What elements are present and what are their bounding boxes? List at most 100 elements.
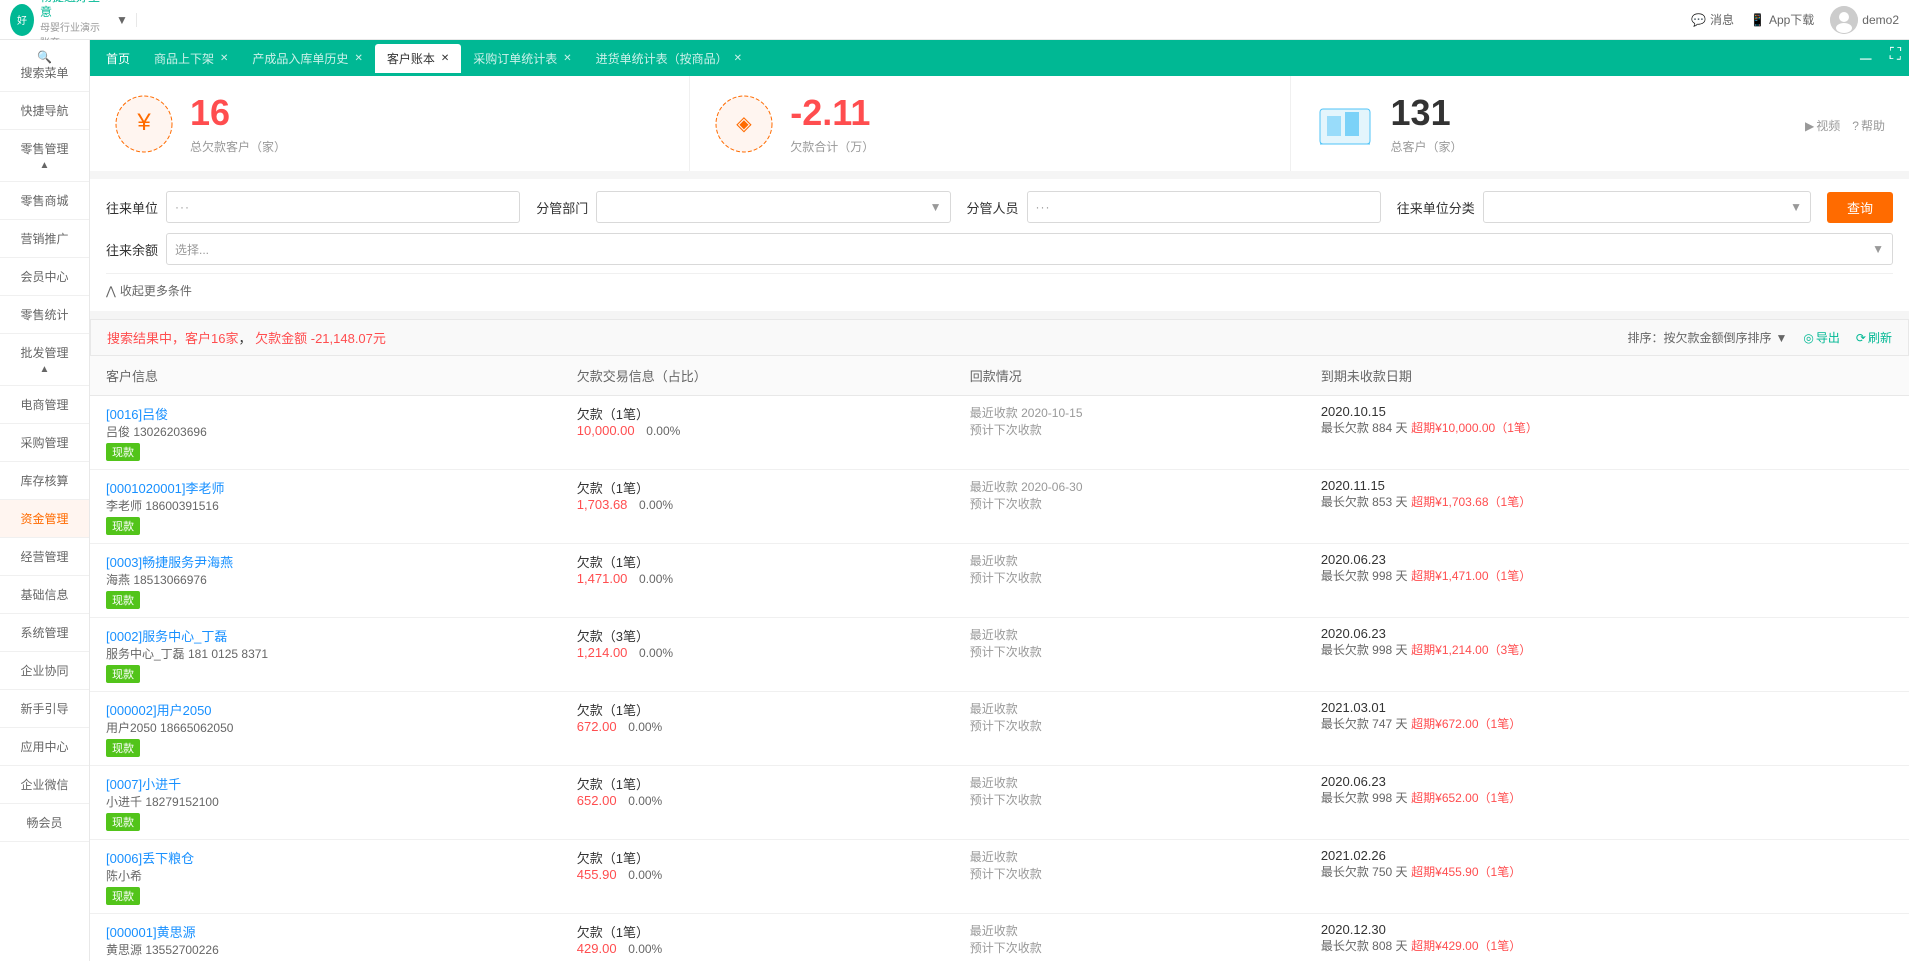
overdue-amount-3[interactable]: 超期¥1,214.00（3笔） [1411,643,1531,657]
stat-card-debt: ◈ -2.11 欠款合计（万） [690,76,1290,171]
customer-name-0[interactable]: [0016]吕俊 [106,404,545,423]
debt-amount-6[interactable]: 455.90 [577,867,617,882]
messages-btn[interactable]: 💬 消息 [1691,11,1734,28]
tab-close-customer-account[interactable]: ✕ [441,53,449,64]
export-btn[interactable]: ◎ 导出 [1803,329,1840,346]
overdue-amount-1[interactable]: 超期¥1,703.68（1笔） [1411,495,1531,509]
sidebar-item-newbie[interactable]: 新手引导 [0,690,89,728]
customer-name-2[interactable]: [0003]畅捷服务尹海燕 [106,552,545,571]
sidebar-item-vip[interactable]: 畅会员 [0,804,89,842]
sidebar-item-retail-mgmt[interactable]: 零售管理 ▲ [0,130,89,182]
customer-name-5[interactable]: [0007]小进千 [106,774,545,793]
debt-percent-0: 0.00% [646,424,680,438]
customer-tag-1: 现款 [106,517,140,535]
debt-amount-3[interactable]: 1,214.00 [577,645,628,660]
collapse-btn[interactable]: ⋀ 收起更多条件 [106,282,1893,299]
customer-tag-6: 现款 [106,887,140,905]
sidebar-item-finance[interactable]: 资金管理 [0,500,89,538]
overdue-amount-7[interactable]: 超期¥429.00（1笔） [1411,939,1521,953]
customer-name-1[interactable]: [0001020001]李老师 [106,478,545,497]
sidebar-item-member[interactable]: 会员中心 [0,258,89,296]
overdue-days-6: 最长欠款 750 天 [1321,865,1408,879]
sort-btn[interactable]: 排序：按欠款金额倒序排序 ▼ [1628,329,1788,346]
debt-amount-5[interactable]: 652.00 [577,793,617,808]
tab-customer-account[interactable]: 客户账本 ✕ [375,44,461,73]
sidebar-item-inventory[interactable]: 库存核算 [0,462,89,500]
sidebar-item-ecommerce[interactable]: 电商管理 [0,386,89,424]
sidebar-search[interactable]: 🔍 搜索菜单 [0,40,89,92]
overdue-amount-0[interactable]: 超期¥10,000.00（1笔） [1411,421,1538,435]
debt-amount-7[interactable]: 429.00 [577,941,617,956]
customer-name-4[interactable]: [000002]用户2050 [106,700,545,719]
cell-recovery-5: 最近收款 预计下次收款 [954,766,1305,840]
debt-percent-3: 0.00% [639,646,673,660]
sidebar-item-batch-mgmt[interactable]: 批发管理 ▲ [0,334,89,386]
sidebar-item-system[interactable]: 系统管理 [0,614,89,652]
customer-phone-3: 服务中心_丁磊 181 0125 8371 [106,645,545,662]
debt-percent-5: 0.00% [628,794,662,808]
sidebar-item-basic-info[interactable]: 基础信息 [0,576,89,614]
tab-maximize-btn[interactable]: ⛶ [1886,46,1905,70]
svg-text:¥: ¥ [136,109,151,136]
app-download-btn[interactable]: 📱 App下载 [1750,11,1814,28]
tab-purchase-stats[interactable]: 采购订单统计表 ✕ [461,44,583,73]
debt-count-2: 欠款（1笔） [577,552,938,571]
balance-input[interactable]: 选择... ▼ [166,233,1893,265]
debt-amount-4[interactable]: 672.00 [577,719,617,734]
stat-info-2: -2.11 欠款合计（万） [790,92,874,155]
tab-close-goods-stats[interactable]: ✕ [734,53,742,64]
tab-goods-stats[interactable]: 进货单统计表（按商品） ✕ [584,44,754,73]
sidebar-item-app-center[interactable]: 应用中心 [0,728,89,766]
stat-info-1: 16 总欠款客户（家） [190,92,286,155]
person-input[interactable]: ··· [1027,191,1381,223]
tab-close-prod-history[interactable]: ✕ [354,53,362,64]
search-button[interactable]: 查询 [1827,192,1893,223]
tab-close-purchase-stats[interactable]: ✕ [563,53,571,64]
debt-amount-1[interactable]: 1,703.68 [577,497,628,512]
logo-icon: 好 [10,4,34,36]
cell-customer-7: [000001]黄思源 黄思源 13552700226 现款 [90,914,561,961]
tab-products[interactable]: 商品上下架 ✕ [142,44,240,73]
overdue-days-2: 最长欠款 998 天 [1321,569,1408,583]
top-bar: 好 畅捷通好生意 母婴行业演示账套 ▼ 💬 消息 📱 App下载 [0,0,1909,40]
user-menu[interactable]: demo2 [1830,6,1899,34]
table-row: [0003]畅捷服务尹海燕 海燕 18513066976 现款 欠款（1笔） 1… [90,544,1909,618]
recovery-next-5: 预计下次收款 [970,793,1042,807]
tab-home[interactable]: 首页 [94,44,142,73]
sidebar-item-marketing[interactable]: 营销推广 [0,220,89,258]
debt-amount-0[interactable]: 10,000.00 [577,423,635,438]
refresh-btn[interactable]: ⟳ 刷新 [1856,329,1892,346]
sidebar-item-purchase[interactable]: 采购管理 [0,424,89,462]
sidebar-item-quick-nav[interactable]: 快捷导航 [0,92,89,130]
stat-card-total: 131 总客户（家） ▶ 视频 ? 帮助 [1291,76,1909,171]
sidebar-item-enterprise[interactable]: 企业协同 [0,652,89,690]
category-input[interactable]: ▼ [1483,191,1811,223]
overdue-amount-4[interactable]: 超期¥672.00（1笔） [1411,717,1521,731]
customer-phone-2: 海燕 18513066976 [106,571,545,588]
sidebar-item-operations[interactable]: 经营管理 [0,538,89,576]
sidebar-item-retail-stats[interactable]: 零售统计 [0,296,89,334]
tab-prod-history[interactable]: 产成品入库单历史 ✕ [240,44,374,73]
help-btn[interactable]: ? 帮助 [1852,117,1885,134]
sidebar-item-corp-wechat[interactable]: 企业微信 [0,766,89,804]
debt-amount-2[interactable]: 1,471.00 [577,571,628,586]
customer-name-7[interactable]: [000001]黄思源 [106,922,545,941]
industry-selector[interactable]: ▼ [108,13,137,27]
video-btn[interactable]: ▶ 视频 [1805,117,1840,134]
overdue-amount-5[interactable]: 超期¥652.00（1笔） [1411,791,1521,805]
customer-name-6[interactable]: [0006]丢下粮仓 [106,848,545,867]
overdue-amount-6[interactable]: 超期¥455.90（1笔） [1411,865,1521,879]
overdue-days-1: 最长欠款 853 天 [1321,495,1408,509]
overdue-date-2: 2020.06.23 [1321,552,1893,567]
tab-close-products[interactable]: ✕ [220,53,228,64]
customer-name-3[interactable]: [0002]服务中心_丁磊 [106,626,545,645]
cell-recovery-2: 最近收款 预计下次收款 [954,544,1305,618]
recovery-label-7: 最近收款 [970,924,1018,938]
overdue-amount-2[interactable]: 超期¥1,471.00（1笔） [1411,569,1531,583]
tab-minimize-btn[interactable]: － [1854,46,1878,70]
debt-count-0: 欠款（1笔） [577,404,938,423]
department-input[interactable]: ▼ [596,191,950,223]
stats-row: ¥ 16 总欠款客户（家） ◈ [90,76,1909,171]
supplier-input[interactable]: ··· [166,191,520,223]
sidebar-item-retail-mall[interactable]: 零售商城 [0,182,89,220]
